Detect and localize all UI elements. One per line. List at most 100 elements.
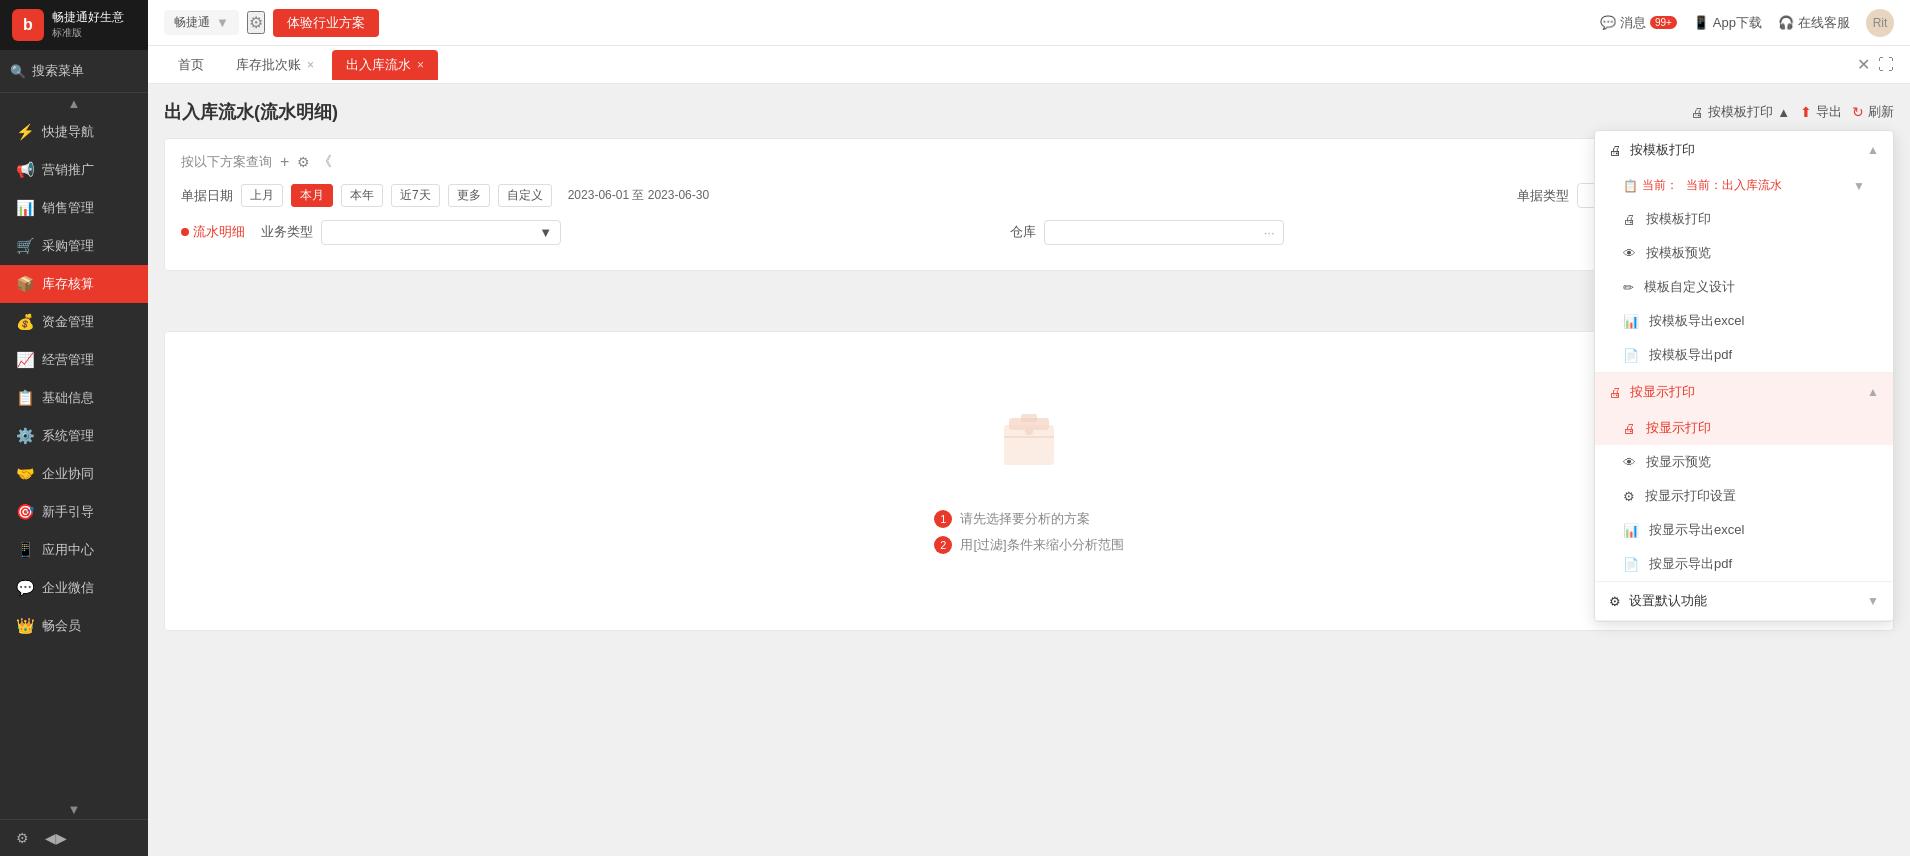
sidebar-scroll-up[interactable]: ▲: [0, 93, 148, 113]
filter-settings-button[interactable]: ⚙: [297, 154, 310, 170]
step-1-text: 请先选择要分析的方案: [960, 510, 1090, 528]
step-2-num: 2: [934, 536, 952, 554]
close-window-button[interactable]: ✕: [1857, 55, 1870, 74]
template-custom-sub[interactable]: ✏ 模板自定义设计: [1595, 270, 1893, 304]
settings-sub-icon: ⚙: [1609, 594, 1621, 609]
sidebar-item-purchase[interactable]: 🛒 采购管理: [0, 227, 148, 265]
sidebar-search-area: 🔍 搜索菜单: [0, 50, 148, 93]
sidebar-item-guide[interactable]: 🎯 新手引导: [0, 493, 148, 531]
warehouse-select[interactable]: ···: [1044, 220, 1284, 245]
default-settings-header[interactable]: ⚙ 设置默认功能 ▼: [1595, 582, 1893, 620]
sidebar-item-label: 营销推广: [42, 161, 94, 179]
date-current-year-btn[interactable]: 本年: [341, 184, 383, 207]
template-export-excel-sub[interactable]: 📊 按模板导出excel: [1595, 304, 1893, 338]
filter-collapse-button[interactable]: 《: [318, 153, 332, 171]
display-export-excel-sub[interactable]: 📊 按显示导出excel: [1595, 513, 1893, 547]
maximize-window-button[interactable]: ⛶: [1878, 55, 1894, 74]
app-logo-icon: b: [12, 9, 44, 41]
sidebar-item-member[interactable]: 👑 畅会员: [0, 607, 148, 645]
tab-close-icon[interactable]: ×: [307, 58, 314, 72]
sidebar-item-sales[interactable]: 📊 销售管理: [0, 189, 148, 227]
sidebar-item-inventory[interactable]: 📦 库存核算: [0, 265, 148, 303]
current-template-name: 当前：出入库流水: [1686, 177, 1782, 194]
header-settings-button[interactable]: ⚙: [247, 11, 265, 34]
sidebar: b 畅捷通好生意 标准版 🔍 搜索菜单 ▲ ⚡ 快捷导航 📢 营销推广 📊 销售…: [0, 0, 148, 856]
svg-rect-2: [1021, 414, 1037, 422]
sidebar-item-finance[interactable]: 💰 资金管理: [0, 303, 148, 341]
sidebar-item-label: 销售管理: [42, 199, 94, 217]
marketing-icon: 📢: [16, 161, 34, 179]
sidebar-settings-button[interactable]: ⚙: [16, 830, 29, 846]
sidebar-item-enterprise[interactable]: 🤝 企业协同: [0, 455, 148, 493]
step-2-text: 用[过滤]条件来缩小分析范围: [960, 536, 1123, 554]
trial-btn[interactable]: 体验行业方案: [273, 9, 379, 37]
template-preview-sub-label: 按模板预览: [1646, 244, 1711, 262]
empty-steps: 1 请先选择要分析的方案 2 用[过滤]条件来缩小分析范围: [934, 510, 1123, 554]
export-button[interactable]: ⬆ 导出: [1800, 103, 1842, 121]
sidebar-item-label: 采购管理: [42, 237, 94, 255]
filter-add-button[interactable]: +: [280, 153, 289, 171]
display-settings-sub[interactable]: ⚙ 按显示打印设置: [1595, 479, 1893, 513]
refresh-button[interactable]: ↻ 刷新: [1852, 103, 1894, 121]
tab-home[interactable]: 首页: [164, 50, 218, 80]
display-settings-sub-icon: ⚙: [1623, 489, 1635, 504]
display-preview-sub[interactable]: 👁 按显示预览: [1595, 445, 1893, 479]
date-custom-btn[interactable]: 自定义: [498, 184, 552, 207]
preview-sub-icon: 👁: [1623, 246, 1636, 261]
sidebar-scroll-down[interactable]: ▼: [0, 799, 148, 819]
tab-close-icon[interactable]: ×: [417, 58, 424, 72]
customer-service-button[interactable]: 🎧 在线客服: [1778, 14, 1850, 32]
export-icon: ⬆: [1800, 104, 1812, 120]
flow-type-dot: [181, 228, 189, 236]
empty-step-2: 2 用[过滤]条件来缩小分析范围: [934, 536, 1123, 554]
app-download-button[interactable]: 📱 App下载: [1693, 14, 1762, 32]
search-menu-button[interactable]: 🔍 搜索菜单: [10, 58, 138, 84]
flow-type-chip[interactable]: 流水明细: [181, 223, 245, 241]
default-settings-title: ⚙ 设置默认功能: [1609, 592, 1707, 610]
sidebar-item-system[interactable]: ⚙️ 系统管理: [0, 417, 148, 455]
display-print-header[interactable]: 🖨 按显示打印 ▲: [1595, 373, 1893, 411]
sidebar-item-quicknav[interactable]: ⚡ 快捷导航: [0, 113, 148, 151]
app-edition: 标准版: [52, 26, 124, 40]
sidebar-item-appstore[interactable]: 📱 应用中心: [0, 531, 148, 569]
user-avatar[interactable]: Rit: [1866, 9, 1894, 37]
user-selector[interactable]: 畅捷通 ▼: [164, 10, 239, 35]
sidebar-item-label: 应用中心: [42, 541, 94, 559]
tab-batch[interactable]: 库存批次账 ×: [222, 50, 328, 80]
display-export-excel-label: 按显示导出excel: [1649, 521, 1744, 539]
tab-flow[interactable]: 出入库流水 ×: [332, 50, 438, 80]
template-export-pdf-sub[interactable]: 📄 按模板导出pdf: [1595, 338, 1893, 372]
date-more-btn[interactable]: 更多: [448, 184, 490, 207]
biz-select-arrow: ▼: [539, 225, 552, 240]
date-last-month-btn[interactable]: 上月: [241, 184, 283, 207]
display-export-pdf-sub[interactable]: 📄 按显示导出pdf: [1595, 547, 1893, 581]
chevron-up-icon: ▲: [1777, 105, 1790, 120]
biz-type-select[interactable]: ▼: [321, 220, 561, 245]
display-section-chevron-icon: ▲: [1867, 385, 1879, 399]
template-print-sub[interactable]: 🖨 按模板打印: [1595, 202, 1893, 236]
sidebar-collapse-button[interactable]: ◀▶: [45, 830, 67, 846]
sidebar-item-wechat[interactable]: 💬 企业微信: [0, 569, 148, 607]
date-current-month-btn[interactable]: 本月: [291, 184, 333, 207]
wechat-icon: 💬: [16, 579, 34, 597]
biz-label: 业务类型: [261, 223, 313, 241]
sidebar-item-basic[interactable]: 📋 基础信息: [0, 379, 148, 417]
display-preview-sub-label: 按显示预览: [1646, 453, 1711, 471]
download-icon: 📱: [1693, 15, 1709, 30]
sidebar-logo: b 畅捷通好生意 标准版: [0, 0, 148, 50]
sidebar-item-label: 新手引导: [42, 503, 94, 521]
display-print-sub[interactable]: 🖨 按显示打印: [1595, 411, 1893, 445]
print-template-button[interactable]: 🖨 按模板打印 ▲: [1691, 103, 1790, 121]
date-7days-btn[interactable]: 近7天: [391, 184, 440, 207]
sidebar-item-marketing[interactable]: 📢 营销推广: [0, 151, 148, 189]
message-button[interactable]: 💬 消息 99+: [1600, 14, 1677, 32]
template-export-pdf-label: 按模板导出pdf: [1649, 346, 1732, 364]
enterprise-icon: 🤝: [16, 465, 34, 483]
template-print-header[interactable]: 🖨 按模板打印 ▲: [1595, 131, 1893, 169]
sidebar-item-operation[interactable]: 📈 经营管理: [0, 341, 148, 379]
user-name-text: 畅捷通: [174, 14, 210, 31]
service-icon: 🎧: [1778, 15, 1794, 30]
basic-icon: 📋: [16, 389, 34, 407]
header-left: 畅捷通 ▼ ⚙ 体验行业方案: [164, 9, 1588, 37]
template-preview-sub[interactable]: 👁 按模板预览: [1595, 236, 1893, 270]
